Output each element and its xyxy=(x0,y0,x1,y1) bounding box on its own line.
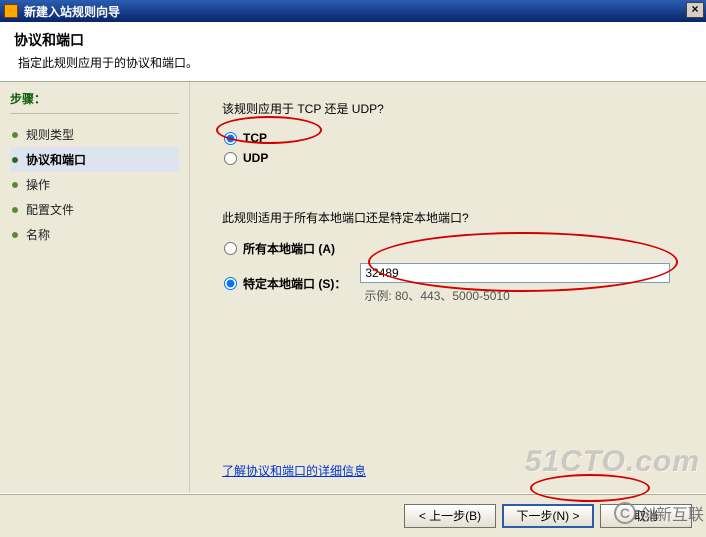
close-button[interactable]: × xyxy=(686,2,704,18)
sidebar-step-label: 操作 xyxy=(26,176,50,193)
bullet-icon xyxy=(12,232,18,238)
wizard-footer: < 上一步(B) 下一步(N) > 取消 xyxy=(0,493,706,537)
sidebar-step[interactable]: 名称 xyxy=(10,222,179,247)
wizard-header: 协议和端口 指定此规则应用于的协议和端口。 xyxy=(0,22,706,82)
specific-ports-label[interactable]: 特定本地端口 (S)： xyxy=(243,275,346,292)
window-title: 新建入站规则向导 xyxy=(24,3,120,20)
all-ports-radio[interactable] xyxy=(224,242,237,255)
titlebar: 新建入站规则向导 × xyxy=(0,0,706,22)
specific-ports-radio[interactable] xyxy=(224,277,237,290)
page-title: 协议和端口 xyxy=(14,30,692,50)
tcp-label[interactable]: TCP xyxy=(243,131,267,145)
ports-question: 此规则适用于所有本地端口还是特定本地端口? xyxy=(222,209,682,226)
cancel-button[interactable]: 取消 xyxy=(600,504,692,528)
learn-more-link[interactable]: 了解协议和端口的详细信息 xyxy=(222,464,366,478)
divider xyxy=(10,113,179,114)
ports-input[interactable] xyxy=(360,263,670,283)
sidebar-step[interactable]: 配置文件 xyxy=(10,197,179,222)
sidebar-step-label: 配置文件 xyxy=(26,201,74,218)
tcp-radio[interactable] xyxy=(224,132,237,145)
protocol-question: 该规则应用于 TCP 还是 UDP? xyxy=(222,100,682,117)
sidebar-step-label: 规则类型 xyxy=(26,126,74,143)
sidebar-step[interactable]: 协议和端口 xyxy=(10,147,179,172)
next-button[interactable]: 下一步(N) > xyxy=(502,504,594,528)
udp-label[interactable]: UDP xyxy=(243,151,268,165)
steps-heading: 步骤： xyxy=(10,90,179,107)
page-subtitle: 指定此规则应用于的协议和端口。 xyxy=(18,54,692,71)
sidebar-step[interactable]: 操作 xyxy=(10,172,179,197)
udp-radio[interactable] xyxy=(224,152,237,165)
wizard-content: 该规则应用于 TCP 还是 UDP? TCP UDP 此规则适用于所有本地端口还… xyxy=(190,82,706,493)
bullet-icon xyxy=(12,157,18,163)
all-ports-label[interactable]: 所有本地端口 (A) xyxy=(243,240,335,257)
ports-example-hint: 示例: 80、443、5000-5010 xyxy=(360,287,670,304)
app-icon xyxy=(4,4,18,18)
steps-sidebar: 步骤： 规则类型协议和端口操作配置文件名称 xyxy=(0,82,190,493)
back-button[interactable]: < 上一步(B) xyxy=(404,504,496,528)
wizard-body: 步骤： 规则类型协议和端口操作配置文件名称 该规则应用于 TCP 还是 UDP?… xyxy=(0,82,706,493)
bullet-icon xyxy=(12,207,18,213)
sidebar-step[interactable]: 规则类型 xyxy=(10,122,179,147)
bullet-icon xyxy=(12,132,18,138)
sidebar-step-label: 协议和端口 xyxy=(26,151,86,168)
sidebar-step-label: 名称 xyxy=(26,226,50,243)
bullet-icon xyxy=(12,182,18,188)
